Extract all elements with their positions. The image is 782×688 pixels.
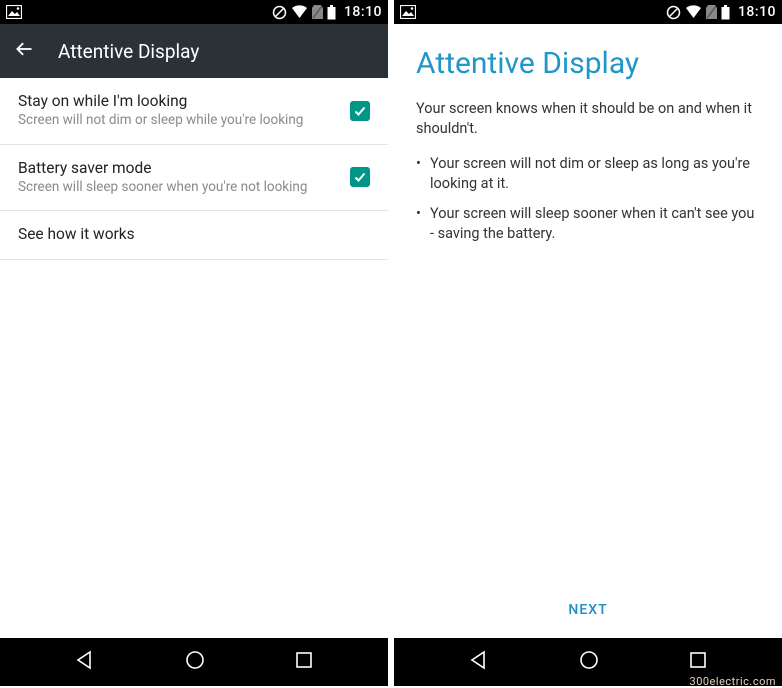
status-time: 18:10 (344, 4, 382, 20)
status-bar: 18:10 (0, 0, 388, 24)
picture-icon (400, 5, 416, 19)
bullet-dot-icon: • (416, 204, 430, 245)
info-intro: Your screen knows when it should be on a… (416, 99, 760, 140)
no-entry-icon (666, 5, 681, 20)
setting-title: See how it works (18, 225, 360, 243)
info-bullet: • Your screen will sleep sooner when it … (416, 204, 760, 245)
setting-title: Battery saver mode (18, 159, 340, 177)
info-title: Attentive Display (416, 46, 760, 81)
setting-subtitle: Screen will not dim or sleep while you'r… (18, 112, 340, 130)
sim-icon (312, 5, 323, 20)
nav-recent-icon[interactable] (688, 650, 708, 674)
info-body: Attentive Display Your screen knows when… (394, 24, 782, 582)
app-bar: Attentive Display (0, 24, 388, 78)
nav-home-icon[interactable] (578, 649, 600, 675)
watermark: 300electric.com (690, 675, 776, 688)
nav-back-icon[interactable] (74, 649, 96, 675)
status-time: 18:10 (738, 4, 776, 20)
next-row: NEXT (394, 582, 782, 638)
setting-see-how[interactable]: See how it works (0, 211, 388, 260)
phone-left: 18:10 Attentive Display Stay on while I'… (0, 0, 388, 686)
checkbox-checked-icon[interactable] (350, 101, 370, 121)
nav-home-icon[interactable] (184, 649, 206, 675)
status-bar: 18:10 (394, 0, 782, 24)
bullet-text: Your screen will sleep sooner when it ca… (430, 204, 760, 245)
phone-right: 18:10 Attentive Display Your screen know… (394, 0, 782, 686)
wifi-icon (685, 5, 702, 19)
setting-battery-saver[interactable]: Battery saver mode Screen will sleep soo… (0, 145, 388, 212)
settings-list: Stay on while I'm looking Screen will no… (0, 78, 388, 638)
bullet-text: Your screen will not dim or sleep as lon… (430, 154, 760, 195)
sim-icon (706, 5, 717, 20)
page-title: Attentive Display (58, 40, 199, 63)
next-button[interactable]: NEXT (568, 602, 607, 618)
battery-icon (327, 5, 336, 20)
nav-recent-icon[interactable] (294, 650, 314, 674)
back-icon[interactable] (14, 39, 34, 63)
checkbox-checked-icon[interactable] (350, 167, 370, 187)
wifi-icon (291, 5, 308, 19)
info-bullet: • Your screen will not dim or sleep as l… (416, 154, 760, 195)
info-bullets: • Your screen will not dim or sleep as l… (416, 154, 760, 245)
setting-subtitle: Screen will sleep sooner when you're not… (18, 179, 340, 197)
nav-back-icon[interactable] (468, 649, 490, 675)
setting-title: Stay on while I'm looking (18, 92, 340, 110)
bullet-dot-icon: • (416, 154, 430, 195)
no-entry-icon (272, 5, 287, 20)
picture-icon (6, 5, 22, 19)
setting-stay-on[interactable]: Stay on while I'm looking Screen will no… (0, 78, 388, 145)
battery-icon (721, 5, 730, 20)
nav-bar (0, 638, 388, 686)
